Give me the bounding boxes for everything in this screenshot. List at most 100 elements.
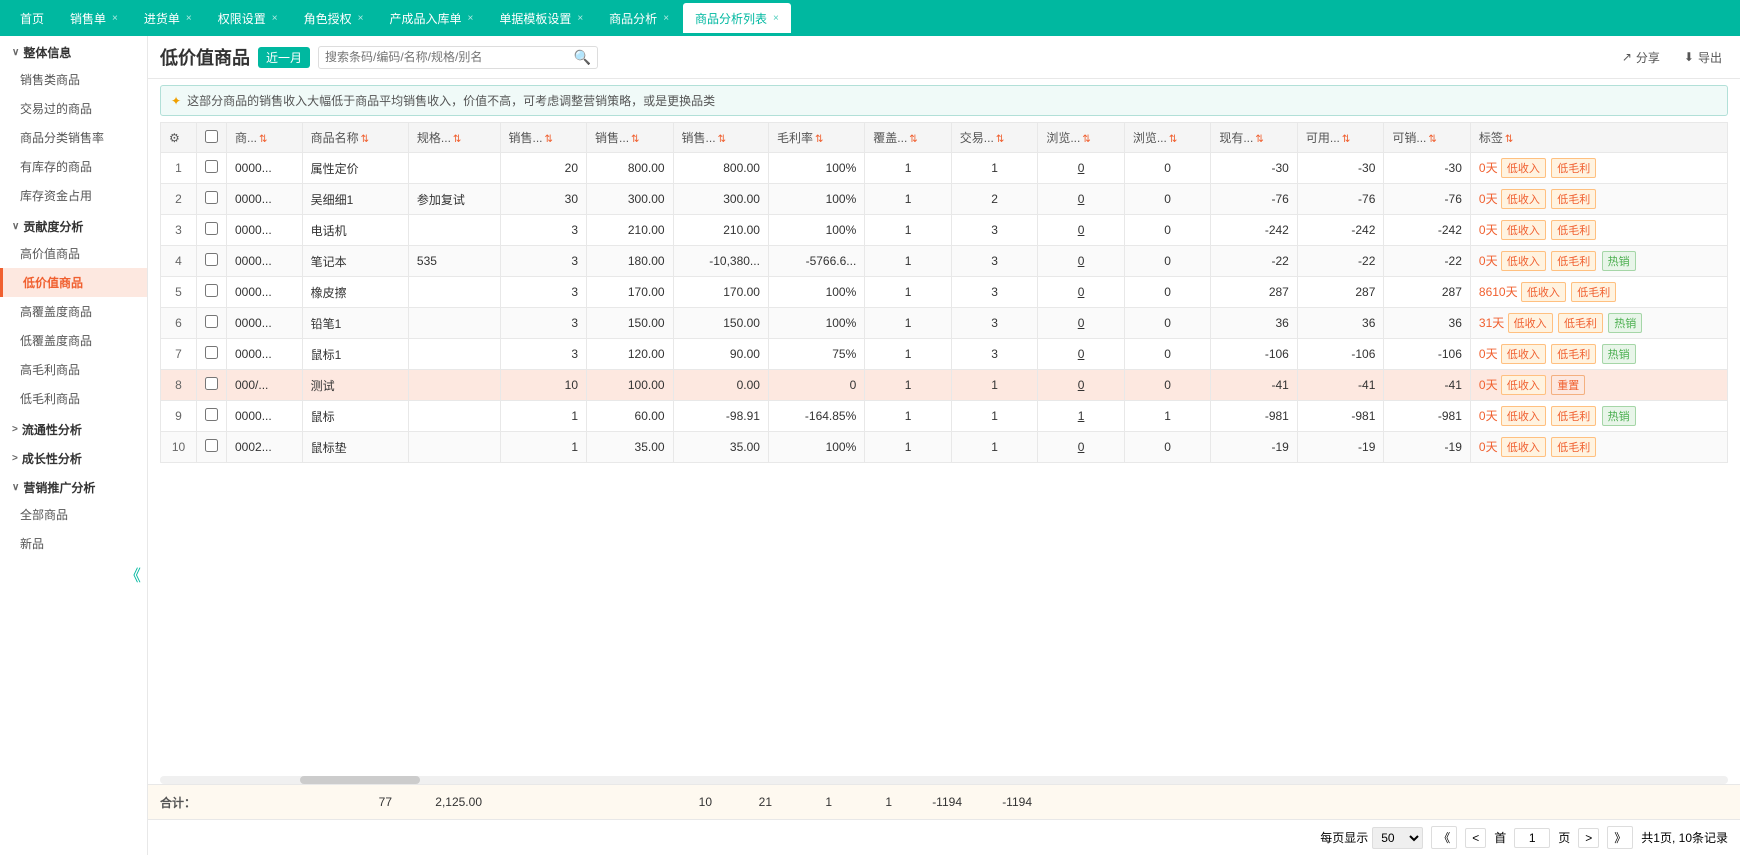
nav-close-icon[interactable]: × xyxy=(663,13,669,24)
sort-icon-coverage[interactable]: ⇅ xyxy=(909,134,917,145)
cell-checkbox[interactable] xyxy=(197,401,227,432)
sort-icon-available[interactable]: ⇅ xyxy=(1342,134,1350,145)
search-icon[interactable]: 🔍 xyxy=(574,49,591,66)
row-checkbox[interactable] xyxy=(205,315,218,328)
page-number-input[interactable] xyxy=(1514,828,1550,848)
sidebar-item[interactable]: 商品分类销售率 xyxy=(0,123,147,152)
sidebar-item[interactable]: 低覆盖度商品 xyxy=(0,326,147,355)
page-size-dropdown[interactable]: 50 100 200 xyxy=(1372,827,1423,849)
cell-name[interactable]: 鼠标1 xyxy=(302,339,408,370)
search-input[interactable] xyxy=(325,50,570,64)
cell-name[interactable]: 测试 xyxy=(302,370,408,401)
cell-browse1[interactable]: 1 xyxy=(1038,401,1125,432)
nav-item[interactable]: 单据模板设置× xyxy=(487,3,595,33)
cell-browse1[interactable]: 0 xyxy=(1038,432,1125,463)
cell-browse1[interactable]: 0 xyxy=(1038,370,1125,401)
nav-close-icon[interactable]: × xyxy=(272,13,278,24)
prev-page-btn[interactable]: < xyxy=(1465,828,1486,848)
next-page-btn[interactable]: > xyxy=(1578,828,1599,848)
sort-icon-sellable[interactable]: ⇅ xyxy=(1428,134,1436,145)
nav-item[interactable]: 商品分析× xyxy=(597,3,681,33)
sort-icon-tags[interactable]: ⇅ xyxy=(1505,134,1513,145)
row-checkbox[interactable] xyxy=(205,160,218,173)
nav-close-icon[interactable]: × xyxy=(773,13,779,24)
cell-name[interactable]: 鼠标 xyxy=(302,401,408,432)
sidebar-item[interactable]: 高覆盖度商品 xyxy=(0,297,147,326)
nav-close-icon[interactable]: × xyxy=(467,13,473,24)
cell-checkbox[interactable] xyxy=(197,339,227,370)
sidebar-group-title[interactable]: ∨整体信息 xyxy=(0,36,147,65)
cell-browse1[interactable]: 0 xyxy=(1038,277,1125,308)
nav-item[interactable]: 产成品入库单× xyxy=(377,3,485,33)
cell-name[interactable]: 电话机 xyxy=(302,215,408,246)
last-page-btn[interactable]: 》 xyxy=(1607,826,1633,849)
cell-checkbox[interactable] xyxy=(197,370,227,401)
cell-browse1[interactable]: 0 xyxy=(1038,153,1125,184)
sort-icon-gross-margin[interactable]: ⇅ xyxy=(815,134,823,145)
browse1-link[interactable]: 0 xyxy=(1078,316,1085,330)
cell-name[interactable]: 铅笔1 xyxy=(302,308,408,339)
sidebar-group-title[interactable]: >流通性分析 xyxy=(0,413,147,442)
nav-close-icon[interactable]: × xyxy=(112,13,118,24)
sort-icon-current-stock[interactable]: ⇅ xyxy=(1255,134,1263,145)
row-checkbox[interactable] xyxy=(205,408,218,421)
row-checkbox[interactable] xyxy=(205,439,218,452)
sidebar-item[interactable]: 新品 xyxy=(0,529,147,558)
th-settings[interactable]: ⚙ xyxy=(161,123,197,153)
cell-name[interactable]: 属性定价 xyxy=(302,153,408,184)
scrollbar-thumb[interactable] xyxy=(300,776,420,784)
nav-item[interactable]: 进货单× xyxy=(132,3,204,33)
nav-close-icon[interactable]: × xyxy=(358,13,364,24)
browse1-link[interactable]: 0 xyxy=(1078,161,1085,175)
cell-browse1[interactable]: 0 xyxy=(1038,246,1125,277)
cell-name[interactable]: 鼠标垫 xyxy=(302,432,408,463)
nav-item[interactable]: 商品分析列表× xyxy=(683,3,791,33)
export-button[interactable]: ⬇ 导出 xyxy=(1678,46,1728,69)
cell-checkbox[interactable] xyxy=(197,215,227,246)
nav-item[interactable]: 权限设置× xyxy=(206,3,290,33)
first-page-btn[interactable]: 《 xyxy=(1431,826,1457,849)
select-all-checkbox[interactable] xyxy=(205,130,218,143)
sort-icon-spec[interactable]: ⇅ xyxy=(453,134,461,145)
cell-name[interactable]: 笔记本 xyxy=(302,246,408,277)
nav-item[interactable]: 首页 xyxy=(8,3,56,33)
row-checkbox[interactable] xyxy=(205,222,218,235)
sidebar-group-title[interactable]: ∨营销推广分析 xyxy=(0,471,147,500)
sidebar-item[interactable]: 销售类商品 xyxy=(0,65,147,94)
cell-browse1[interactable]: 0 xyxy=(1038,308,1125,339)
browse1-link[interactable]: 0 xyxy=(1078,285,1085,299)
browse1-link[interactable]: 0 xyxy=(1078,347,1085,361)
sort-icon-sales-qty[interactable]: ⇅ xyxy=(545,134,553,145)
cell-checkbox[interactable] xyxy=(197,432,227,463)
row-checkbox[interactable] xyxy=(205,191,218,204)
cell-name[interactable]: 吴细细1 xyxy=(302,184,408,215)
browse1-link[interactable]: 0 xyxy=(1078,254,1085,268)
browse1-link[interactable]: 0 xyxy=(1078,378,1085,392)
scrollbar-area[interactable] xyxy=(160,776,1728,784)
nav-item[interactable]: 角色授权× xyxy=(292,3,376,33)
browse1-link[interactable]: 0 xyxy=(1078,192,1085,206)
sidebar-item[interactable]: 低价值商品 xyxy=(0,268,147,297)
sort-icon-transactions[interactable]: ⇅ xyxy=(996,134,1004,145)
sidebar-group-title[interactable]: ∨贡献度分析 xyxy=(0,210,147,239)
table-container[interactable]: ⚙ 商...⇅ 商品名称⇅ 规格...⇅ 销售...⇅ 销售...⇅ 销售...… xyxy=(160,122,1728,776)
nav-item[interactable]: 销售单× xyxy=(58,3,130,33)
sidebar-item[interactable]: 交易过的商品 xyxy=(0,94,147,123)
sidebar-item[interactable]: 高价值商品 xyxy=(0,239,147,268)
cell-checkbox[interactable] xyxy=(197,153,227,184)
cell-browse1[interactable]: 0 xyxy=(1038,184,1125,215)
row-checkbox[interactable] xyxy=(205,253,218,266)
sort-icon-sales-amount[interactable]: ⇅ xyxy=(631,134,639,145)
sidebar-item[interactable]: 库存资金占用 xyxy=(0,181,147,210)
cell-checkbox[interactable] xyxy=(197,277,227,308)
th-checkbox[interactable] xyxy=(197,123,227,153)
sort-icon-browse2[interactable]: ⇅ xyxy=(1169,134,1177,145)
sort-icon-browse1[interactable]: ⇅ xyxy=(1082,134,1090,145)
sidebar-group-title[interactable]: >成长性分析 xyxy=(0,442,147,471)
cell-checkbox[interactable] xyxy=(197,246,227,277)
sidebar-collapse-btn[interactable]: 《 xyxy=(0,558,147,590)
sort-icon-code[interactable]: ⇅ xyxy=(259,134,267,145)
cell-browse1[interactable]: 0 xyxy=(1038,215,1125,246)
nav-close-icon[interactable]: × xyxy=(577,13,583,24)
sidebar-item[interactable]: 全部商品 xyxy=(0,500,147,529)
